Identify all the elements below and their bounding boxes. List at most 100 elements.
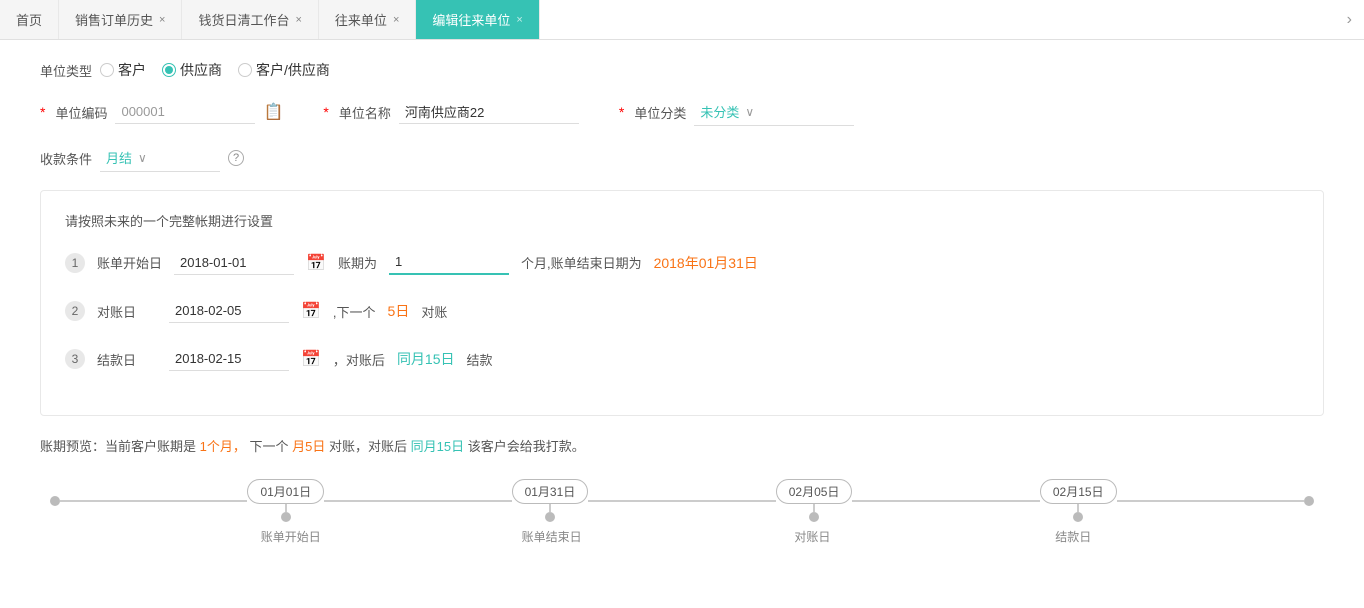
unit-code-calendar-icon[interactable]: 📋 <box>263 102 283 122</box>
settle-prefix: ，对账后 <box>333 350 385 369</box>
payment-terms-field: 收款条件 月结 ∨ ? <box>40 144 244 172</box>
radio-label-customer: 客户 <box>118 60 146 80</box>
settle-day: 同月15日 <box>397 349 455 369</box>
preview-reconcile-label: 对账，对账后 <box>329 439 407 454</box>
settings-row-1: 1 账单开始日 📅 账期为 个月,账单结束日期为 2018年01月31日 <box>65 250 1299 275</box>
tabs-arrow[interactable]: › <box>1335 11 1364 29</box>
reconcile-date-input[interactable] <box>169 299 289 323</box>
unit-code-field: * 单位编码 📋 <box>40 100 283 124</box>
unit-code-required: * <box>40 104 45 120</box>
timeline-segment-2 <box>324 500 511 502</box>
start-date-calendar-icon[interactable]: 📅 <box>306 253 326 273</box>
row-number-3: 3 <box>65 349 85 369</box>
timeline-segment-3 <box>588 500 775 502</box>
settle-date-calendar-icon[interactable]: 📅 <box>301 349 321 369</box>
timeline-label-2: 账单结束日 <box>522 528 582 545</box>
period-suffix: 个月,账单结束日期为 <box>521 253 642 272</box>
timeline-label-3: 对账日 <box>782 528 842 545</box>
payment-terms-row: 收款条件 月结 ∨ ? <box>40 144 1324 172</box>
radio-circle-supplier <box>162 63 176 77</box>
tab-cashflow[interactable]: 钱货日清工作台 × <box>182 0 318 39</box>
radio-customer[interactable]: 客户 <box>100 60 146 80</box>
timeline-node-1: 01月01日 <box>247 479 324 522</box>
timeline-label-4: 结款日 <box>1043 528 1103 545</box>
period-end-date: 2018年01月31日 <box>654 253 758 273</box>
radio-label-customer-supplier: 客户/供应商 <box>256 60 330 80</box>
unit-name-input[interactable] <box>399 100 579 124</box>
settings-row-2: 2 对账日 📅 ,下一个 5日 对账 <box>65 299 1299 323</box>
unit-type-radio-group: 客户 供应商 客户/供应商 <box>100 60 330 80</box>
timeline-right-end <box>1304 496 1314 506</box>
unit-name-field: * 单位名称 <box>323 100 578 124</box>
row-label-3: 结款日 <box>97 350 157 369</box>
radio-customer-supplier[interactable]: 客户/供应商 <box>238 60 330 80</box>
timeline-left-end <box>50 496 60 506</box>
tab-partners[interactable]: 往来单位 × <box>319 0 416 39</box>
timeline-node-3: 02月05日 <box>776 479 853 522</box>
tabs-bar: 首页 销售订单历史 × 钱货日清工作台 × 往来单位 × 编辑往来单位 × › <box>0 0 1364 40</box>
payment-terms-dropdown[interactable]: 月结 ∨ <box>100 144 220 172</box>
timeline-dot-2 <box>545 512 555 522</box>
timeline-segment-1 <box>60 500 247 502</box>
unit-code-input[interactable] <box>115 100 255 124</box>
payment-terms-arrow-icon: ∨ <box>138 151 147 165</box>
timeline-node-2: 01月31日 <box>512 479 589 522</box>
timeline-dot-4 <box>1073 512 1083 522</box>
settings-title: 请按照未来的一个完整帐期进行设置 <box>65 211 1299 230</box>
timeline-badge-3: 02月05日 <box>776 479 853 504</box>
timeline-segment-4 <box>852 500 1039 502</box>
payment-terms-value: 月结 <box>106 148 132 167</box>
tab-close-sales-history[interactable]: × <box>159 14 165 26</box>
timeline-segment-5 <box>1117 500 1304 502</box>
radio-supplier[interactable]: 供应商 <box>162 60 222 80</box>
reconcile-date-calendar-icon[interactable]: 📅 <box>301 301 321 321</box>
tab-sales-history[interactable]: 销售订单历史 × <box>59 0 182 39</box>
settle-date-input[interactable] <box>169 347 289 371</box>
settle-suffix: 结款 <box>467 350 493 369</box>
tab-close-cashflow[interactable]: × <box>295 14 301 26</box>
unit-type-field: 单位类型 客户 供应商 客户/供应商 <box>40 60 330 80</box>
start-date-input[interactable] <box>174 251 294 275</box>
tab-close-partners[interactable]: × <box>393 14 399 26</box>
reconcile-prefix: ,下一个 <box>333 302 376 321</box>
preview-reconcile-day: 月5日 <box>292 439 325 454</box>
preview-label: 账期预览：当前客户账期是 <box>40 439 196 454</box>
reconcile-suffix: 对账 <box>421 302 447 321</box>
unit-category-value: 未分类 <box>700 102 739 121</box>
timeline-label-1: 账单开始日 <box>261 528 321 545</box>
settings-box: 请按照未来的一个完整帐期进行设置 1 账单开始日 📅 账期为 个月,账单结束日期… <box>40 190 1324 416</box>
timeline-dot-3 <box>809 512 819 522</box>
reconcile-day: 5日 <box>388 301 410 321</box>
row-number-2: 2 <box>65 301 85 321</box>
radio-circle-customer-supplier <box>238 63 252 77</box>
preview-months: 1个月， <box>200 439 246 454</box>
unit-category-arrow-icon: ∨ <box>745 105 754 119</box>
unit-type-row: 单位类型 客户 供应商 客户/供应商 <box>40 60 1324 80</box>
tab-home[interactable]: 首页 <box>0 0 59 39</box>
timeline-container: 01月01日 01月31日 02月05日 <box>40 479 1324 545</box>
preview-section: 账期预览：当前客户账期是 1个月， 下一个 月5日 对账，对账后 同月15日 该… <box>40 436 1324 455</box>
row-label-2: 对账日 <box>97 302 157 321</box>
period-input[interactable] <box>389 250 509 275</box>
period-prefix: 账期为 <box>338 253 377 272</box>
unit-name-required: * <box>323 104 328 120</box>
timeline-node-4: 02月15日 <box>1040 479 1117 522</box>
unit-info-row: * 单位编码 📋 * 单位名称 * 单位分类 未分类 ∨ <box>40 98 1324 126</box>
timeline-dot-1 <box>281 512 291 522</box>
payment-terms-help-icon[interactable]: ? <box>228 150 244 166</box>
timeline-badge-1: 01月01日 <box>247 479 324 504</box>
unit-type-label: 单位类型 <box>40 61 92 80</box>
tab-close-edit-partner[interactable]: × <box>516 14 522 26</box>
settings-row-3: 3 结款日 📅 ，对账后 同月15日 结款 <box>65 347 1299 371</box>
timeline-labels: 账单开始日 账单结束日 对账日 结款日 <box>50 528 1314 545</box>
unit-category-label: 单位分类 <box>634 103 686 122</box>
unit-category-field: * 单位分类 未分类 ∨ <box>619 98 854 126</box>
unit-category-required: * <box>619 104 624 120</box>
tab-edit-partner[interactable]: 编辑往来单位 × <box>416 0 539 39</box>
payment-terms-label: 收款条件 <box>40 149 92 168</box>
radio-label-supplier: 供应商 <box>180 60 222 80</box>
radio-circle-customer <box>100 63 114 77</box>
preview-settle-day: 同月15日 <box>411 439 464 454</box>
timeline-badge-2: 01月31日 <box>512 479 589 504</box>
unit-category-dropdown[interactable]: 未分类 ∨ <box>694 98 854 126</box>
